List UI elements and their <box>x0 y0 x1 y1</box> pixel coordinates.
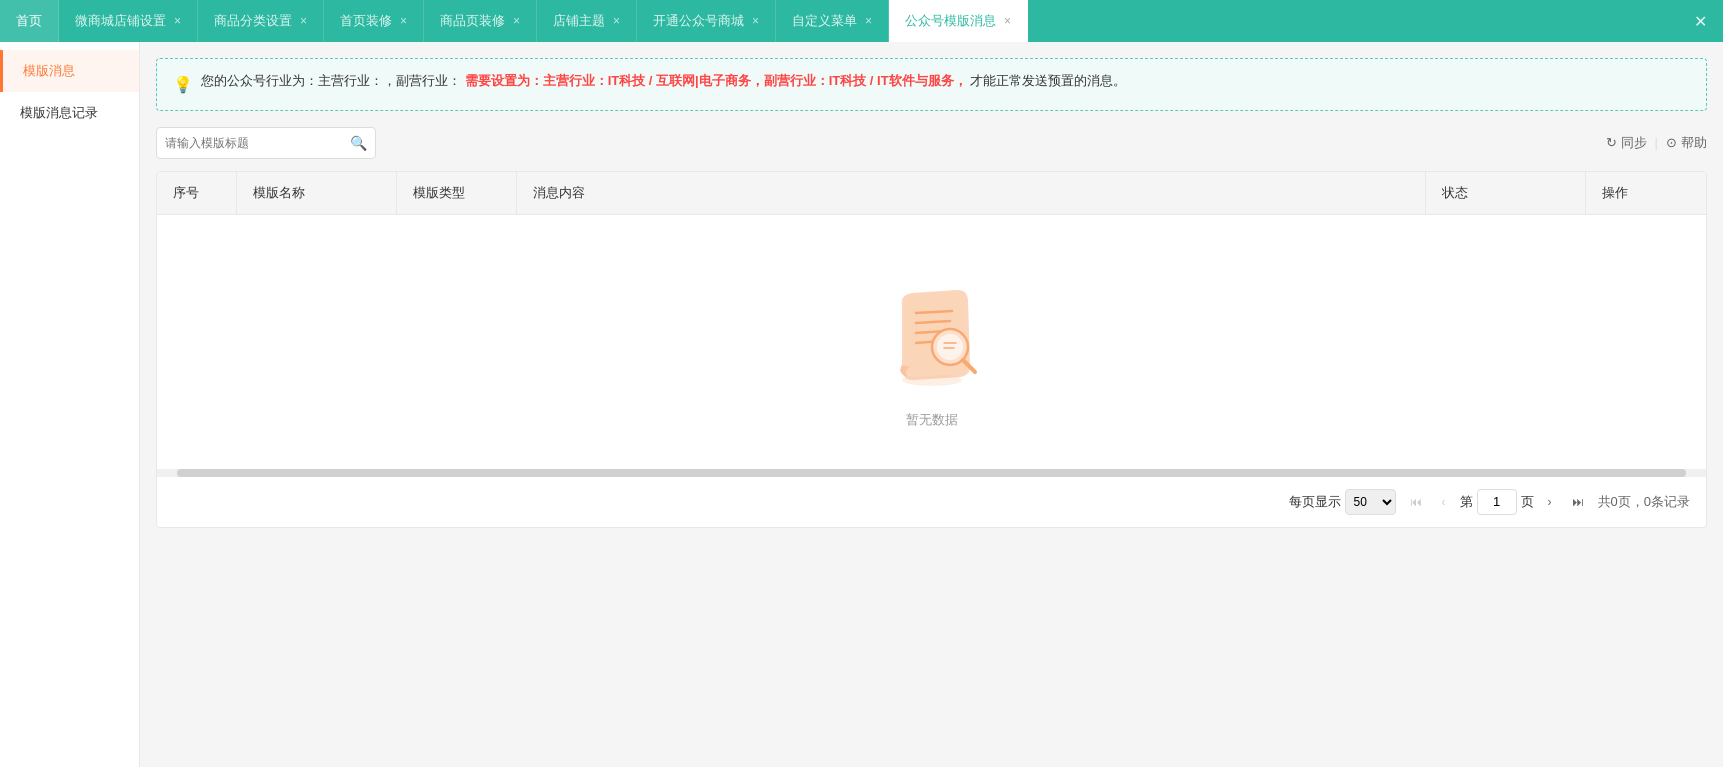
tab-4-label: 商品页装修 <box>440 12 505 30</box>
notice-icon: 💡 <box>173 72 193 98</box>
col-template-name: 模版名称 <box>237 172 397 214</box>
page-size-select: 每页显示 50 10 20 100 <box>1289 489 1396 515</box>
col-index: 序号 <box>157 172 237 214</box>
search-icon[interactable]: 🔍 <box>350 135 367 151</box>
divider: | <box>1655 135 1658 150</box>
tab-7-close[interactable]: × <box>865 14 872 28</box>
empty-illustration <box>872 275 992 395</box>
sidebar: 模版消息 模版消息记录 <box>0 42 140 767</box>
help-button[interactable]: ⊙ 帮助 <box>1666 134 1707 152</box>
tab-2[interactable]: 商品分类设置 × <box>198 0 324 42</box>
first-page-button[interactable]: ⏮ <box>1404 490 1428 514</box>
di-label: 第 <box>1460 493 1473 511</box>
tab-5[interactable]: 店铺主题 × <box>537 0 637 42</box>
next-page-button[interactable]: › <box>1538 490 1562 514</box>
tab-1[interactable]: 微商城店铺设置 × <box>59 0 198 42</box>
tab-3-close[interactable]: × <box>400 14 407 28</box>
empty-text: 暂无数据 <box>906 411 958 429</box>
help-label: 帮助 <box>1681 134 1707 152</box>
sidebar-item-template-message-record[interactable]: 模版消息记录 <box>0 92 139 134</box>
tab-7-label: 自定义菜单 <box>792 12 857 30</box>
tab-3-label: 首页装修 <box>340 12 392 30</box>
sync-icon: ↻ <box>1606 135 1617 150</box>
main-layout: 模版消息 模版消息记录 💡 您的公众号行业为：主营行业：，副营行业： 需要设置为… <box>0 42 1723 767</box>
help-icon: ⊙ <box>1666 135 1677 150</box>
prev-page-button[interactable]: ‹ <box>1432 490 1456 514</box>
tab-8-close[interactable]: × <box>1004 14 1011 28</box>
empty-state: 暂无数据 <box>157 215 1706 469</box>
content-area: 💡 您的公众号行业为：主营行业：，副营行业： 需要设置为：主营行业：IT科技 /… <box>140 42 1723 767</box>
tab-1-close[interactable]: × <box>174 14 181 28</box>
search-input-wrapper: 🔍 <box>156 127 376 159</box>
col-message-content: 消息内容 <box>517 172 1426 214</box>
col-operation: 操作 <box>1586 172 1706 214</box>
page-navigation: ⏮ ‹ 第 页 › ⏭ <box>1404 489 1590 515</box>
tab-3[interactable]: 首页装修 × <box>324 0 424 42</box>
tab-5-close[interactable]: × <box>613 14 620 28</box>
tab-8-label: 公众号模版消息 <box>905 12 996 30</box>
tab-home-label: 首页 <box>16 12 42 30</box>
page-size-label: 每页显示 <box>1289 493 1341 511</box>
tab-8[interactable]: 公众号模版消息 × <box>889 0 1028 42</box>
sync-button[interactable]: ↻ 同步 <box>1606 134 1647 152</box>
horizontal-scrollbar[interactable] <box>157 469 1706 477</box>
sidebar-item-template-message[interactable]: 模版消息 <box>0 50 139 92</box>
page-size-dropdown[interactable]: 50 10 20 100 <box>1345 489 1396 515</box>
table-header: 序号 模版名称 模版类型 消息内容 状态 操作 <box>157 172 1706 215</box>
last-page-button[interactable]: ⏭ <box>1566 490 1590 514</box>
page-label: 页 <box>1521 493 1534 511</box>
tab-4-close[interactable]: × <box>513 14 520 28</box>
tab-2-close[interactable]: × <box>300 14 307 28</box>
search-bar: 🔍 ↻ 同步 | ⊙ 帮助 <box>156 127 1707 159</box>
search-input[interactable] <box>165 136 350 150</box>
col-template-type: 模版类型 <box>397 172 517 214</box>
notice-text: 您的公众号行业为：主营行业：，副营行业： 需要设置为：主营行业：IT科技 / 互… <box>201 71 1126 92</box>
tab-home[interactable]: 首页 <box>0 0 59 42</box>
tab-2-label: 商品分类设置 <box>214 12 292 30</box>
tab-6-close[interactable]: × <box>752 14 759 28</box>
tab-bar: 首页 微商城店铺设置 × 商品分类设置 × 首页装修 × 商品页装修 × 店铺主… <box>0 0 1723 42</box>
tab-6-label: 开通公众号商城 <box>653 12 744 30</box>
tab-6[interactable]: 开通公众号商城 × <box>637 0 776 42</box>
search-actions: ↻ 同步 | ⊙ 帮助 <box>1606 134 1707 152</box>
page-number-input[interactable] <box>1477 489 1517 515</box>
tab-bar-close-button[interactable]: ✕ <box>1678 0 1723 42</box>
page-summary: 共0页，0条记录 <box>1598 493 1690 511</box>
tab-1-label: 微商城店铺设置 <box>75 12 166 30</box>
sync-label: 同步 <box>1621 134 1647 152</box>
notice-banner: 💡 您的公众号行业为：主营行业：，副营行业： 需要设置为：主营行业：IT科技 /… <box>156 58 1707 111</box>
tab-5-label: 店铺主题 <box>553 12 605 30</box>
svg-point-6 <box>937 334 963 360</box>
pagination: 每页显示 50 10 20 100 ⏮ ‹ 第 页 › ⏭ <box>157 477 1706 527</box>
col-status: 状态 <box>1426 172 1586 214</box>
tab-4[interactable]: 商品页装修 × <box>424 0 537 42</box>
table-container: 序号 模版名称 模版类型 消息内容 状态 操作 <box>156 171 1707 528</box>
scroll-thumb[interactable] <box>177 469 1686 477</box>
tab-7[interactable]: 自定义菜单 × <box>776 0 889 42</box>
